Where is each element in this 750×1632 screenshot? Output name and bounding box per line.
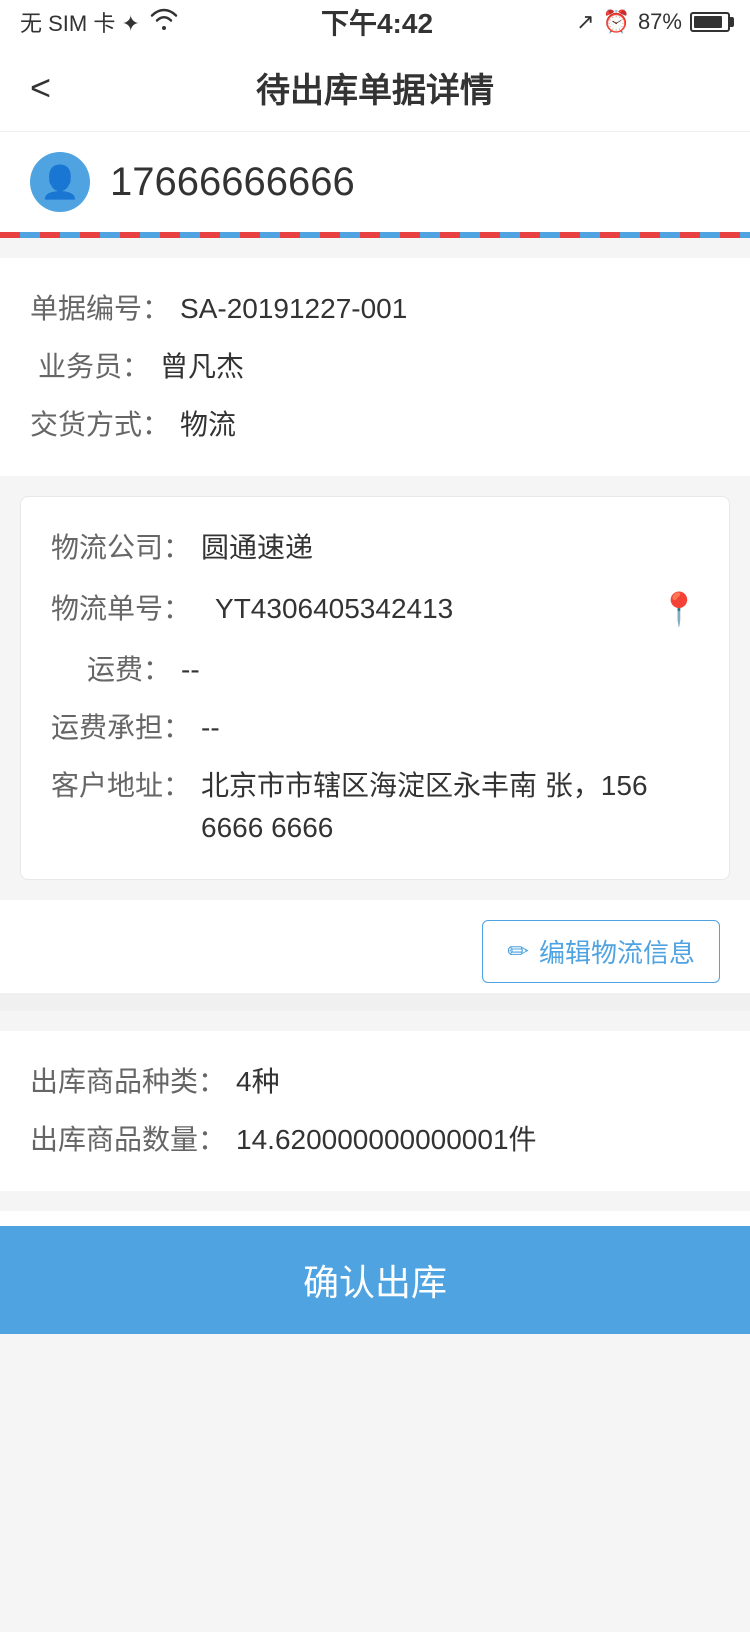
staff-label: 业务员：	[30, 346, 150, 388]
address-row: 客户地址： 北京市市辖区海淀区永丰南 张，156 6666 6666	[51, 765, 699, 849]
item-quantity-label: 出库商品数量：	[30, 1119, 226, 1161]
customer-header: 👤 17666666666	[0, 132, 750, 232]
edit-btn-label: 编辑物流信息	[539, 933, 695, 970]
confirm-outbound-button[interactable]: 确认出库	[303, 1254, 447, 1306]
edit-icon: ✏	[507, 936, 529, 967]
edit-logistics-button[interactable]: ✏ 编辑物流信息	[482, 920, 720, 983]
doc-number-value: SA-20191227-001	[180, 288, 720, 330]
avatar-icon: 👤	[40, 163, 80, 201]
stats-section: 出库商品种类： 4种 出库商品数量： 14.620000000000001件	[0, 1031, 750, 1191]
status-left: 无 SIM 卡 ✦	[20, 6, 178, 38]
sim-label: 无 SIM 卡 ✦	[20, 6, 140, 38]
tracking-label: 物流单号：	[51, 588, 191, 630]
avatar: 👤	[30, 152, 90, 212]
map-pin-icon[interactable]: 📍	[659, 585, 699, 633]
dashed-divider	[0, 232, 750, 238]
tracking-row: 物流单号： YT43064053424​13 📍	[51, 585, 699, 633]
doc-info-section: 单据编号： SA-20191227-001 业务员： 曾凡杰 交货方式： 物流	[0, 258, 750, 476]
status-right: ↗ ⏰ 87%	[576, 9, 730, 35]
item-quantity-row: 出库商品数量： 14.620000000000001件	[30, 1119, 720, 1161]
address-label: 客户地址：	[51, 765, 191, 807]
tracking-value: YT43064053424​13	[215, 588, 645, 630]
freight-value: --	[181, 649, 699, 691]
item-quantity-value: 14.620000000000001件	[236, 1119, 720, 1161]
section-divider-1	[0, 993, 750, 1011]
delivery-label: 交货方式：	[30, 404, 170, 446]
alarm-icon: ⏰	[603, 9, 630, 35]
battery-percent: 87%	[638, 9, 682, 35]
edit-btn-row: ✏ 编辑物流信息	[0, 900, 750, 993]
page-title: 待出库单据详情	[256, 63, 494, 112]
logistics-company-row: 物流公司： 圆通速递	[51, 527, 699, 569]
item-type-value: 4种	[236, 1061, 720, 1103]
confirm-btn-container: 确认出库	[0, 1226, 750, 1334]
freight-row: 运费： --	[51, 649, 699, 691]
location-status-icon: ↗	[576, 9, 594, 35]
delivery-value: 物流	[180, 404, 720, 446]
status-bar: 无 SIM 卡 ✦ 下午4:42 ↗ ⏰ 87%	[0, 0, 750, 44]
bottom-spacer	[0, 1522, 750, 1632]
time-display: 下午4:42	[321, 2, 433, 42]
freight-label: 运费：	[51, 649, 171, 691]
freight-bearer-row: 运费承担： --	[51, 707, 699, 749]
logistics-card: 物流公司： 圆通速递 物流单号： YT43064053424​13 📍 运费： …	[20, 496, 730, 880]
logistics-company-value: 圆通速递	[201, 527, 699, 569]
freight-bearer-label: 运费承担：	[51, 707, 191, 749]
address-value: 北京市市辖区海淀区永丰南 张，156 6666 6666	[201, 765, 699, 849]
item-type-row: 出库商品种类： 4种	[30, 1061, 720, 1103]
battery-icon	[690, 12, 730, 32]
nav-bar: < 待出库单据详情	[0, 44, 750, 132]
doc-number-label: 单据编号：	[30, 288, 170, 330]
logistics-company-label: 物流公司：	[51, 527, 191, 569]
staff-value: 曾凡杰	[160, 346, 720, 388]
back-button[interactable]: <	[20, 57, 61, 119]
staff-row: 业务员： 曾凡杰	[30, 346, 720, 388]
freight-bearer-value: --	[201, 707, 699, 749]
wifi-icon	[150, 8, 178, 36]
doc-number-row: 单据编号： SA-20191227-001	[30, 288, 720, 330]
item-type-label: 出库商品种类：	[30, 1061, 226, 1103]
content-spacer	[0, 1322, 750, 1522]
delivery-row: 交货方式： 物流	[30, 404, 720, 446]
customer-phone: 17666666666	[110, 160, 355, 205]
